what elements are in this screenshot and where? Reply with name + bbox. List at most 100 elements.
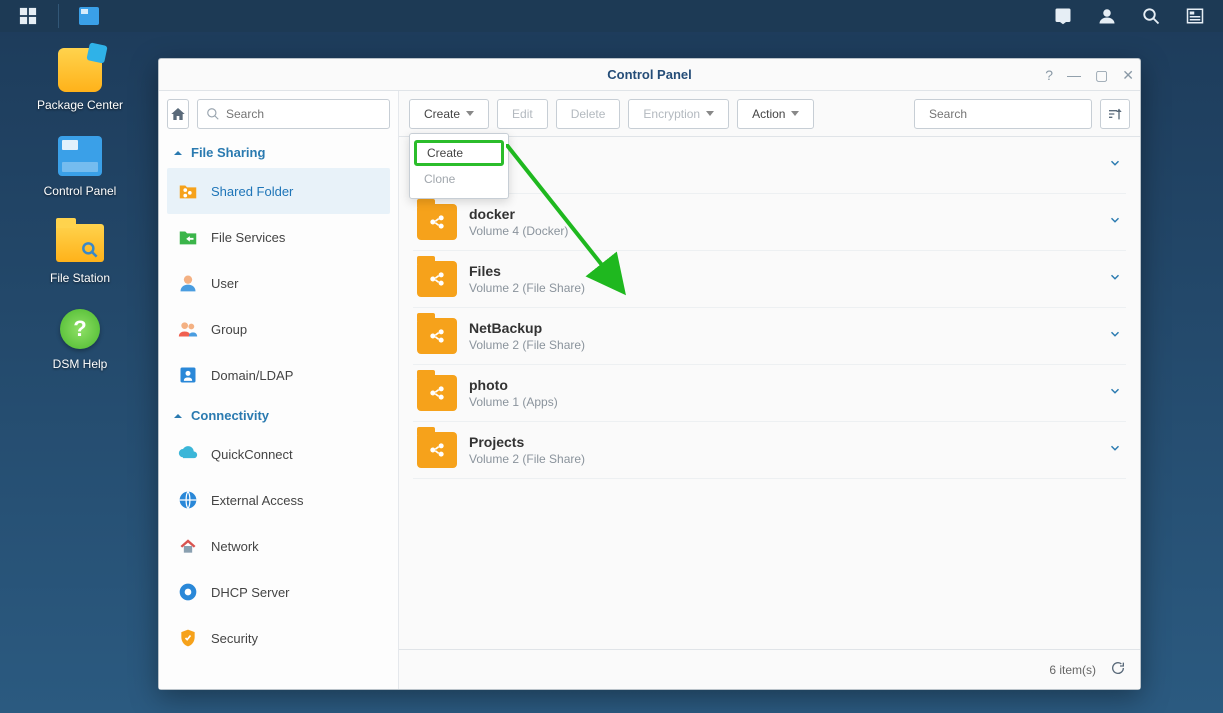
sidebar-item-file-services[interactable]: File Services bbox=[167, 214, 390, 260]
file-services-icon bbox=[177, 226, 199, 248]
sidebar-item-shared-folder[interactable]: Shared Folder bbox=[167, 168, 390, 214]
desktop-label: Package Center bbox=[37, 98, 123, 112]
toolbar: Create Edit Delete Encryption Action Cre… bbox=[399, 91, 1140, 137]
desktop-item-file-station[interactable]: File Station bbox=[20, 213, 140, 291]
encryption-button[interactable]: Encryption bbox=[628, 99, 729, 129]
sidebar-group-file-sharing[interactable]: File Sharing bbox=[167, 135, 390, 168]
toolbar-search-input[interactable] bbox=[929, 107, 1084, 121]
sidebar-item-domain-ldap[interactable]: Domain/LDAP bbox=[167, 352, 390, 398]
folder-row[interactable]: NetBackupVolume 2 (File Share) bbox=[413, 308, 1126, 365]
desktop: Package Center Control Panel File Statio… bbox=[20, 40, 140, 378]
folder-list: share docker Volume 4 (Docker) Files Volume … bbox=[399, 137, 1140, 649]
shared-folder-icon bbox=[417, 204, 457, 240]
control-panel-window: Control Panel ? — ▢ ✕ File Sharing bbox=[158, 58, 1141, 690]
group-label: Connectivity bbox=[191, 408, 269, 423]
folder-row[interactable]: Files Volume 2 (File Share) bbox=[413, 251, 1126, 308]
delete-button[interactable]: Delete bbox=[556, 99, 621, 129]
window-title: Control Panel bbox=[159, 67, 1140, 82]
folder-row[interactable]: ProjectsVolume 2 (File Share) bbox=[413, 422, 1126, 479]
chevron-down-icon[interactable] bbox=[1108, 270, 1122, 289]
network-icon bbox=[177, 535, 199, 557]
main-menu-button[interactable] bbox=[8, 0, 48, 32]
desktop-label: File Station bbox=[50, 271, 110, 285]
edit-button[interactable]: Edit bbox=[497, 99, 548, 129]
folder-name: NetBackup bbox=[469, 320, 1096, 336]
chevron-down-icon[interactable] bbox=[1108, 384, 1122, 403]
sidebar-item-user[interactable]: User bbox=[167, 260, 390, 306]
titlebar[interactable]: Control Panel ? — ▢ ✕ bbox=[159, 59, 1140, 91]
sidebar: File Sharing Shared Folder File Services… bbox=[159, 91, 399, 689]
minimize-button[interactable]: — bbox=[1067, 67, 1081, 83]
sidebar-item-label: Group bbox=[211, 322, 247, 337]
sidebar-item-security[interactable]: Security bbox=[167, 615, 390, 661]
chevron-up-icon bbox=[173, 411, 183, 421]
shared-folder-icon bbox=[177, 180, 199, 202]
caret-down-icon bbox=[706, 111, 714, 116]
desktop-item-package-center[interactable]: Package Center bbox=[20, 40, 140, 118]
sidebar-group-connectivity[interactable]: Connectivity bbox=[167, 398, 390, 431]
desktop-label: DSM Help bbox=[53, 357, 108, 371]
search-icon[interactable] bbox=[1131, 0, 1171, 32]
external-access-icon bbox=[177, 489, 199, 511]
reload-button[interactable] bbox=[1110, 660, 1126, 679]
folder-subtitle: Volume 4 (Docker) bbox=[469, 224, 1096, 238]
sidebar-item-label: Shared Folder bbox=[211, 184, 293, 199]
sidebar-search[interactable] bbox=[197, 99, 390, 129]
sidebar-item-label: User bbox=[211, 276, 238, 291]
sidebar-search-input[interactable] bbox=[226, 107, 381, 121]
folder-subtitle: Volume 2 (File Share) bbox=[469, 281, 1096, 295]
chevron-down-icon[interactable] bbox=[1108, 156, 1122, 175]
taskbar-app-control-panel[interactable] bbox=[69, 0, 109, 32]
dropdown-item-clone[interactable]: Clone bbox=[410, 166, 508, 192]
sidebar-item-label: QuickConnect bbox=[211, 447, 293, 462]
status-bar: 6 item(s) bbox=[399, 649, 1140, 689]
dropdown-item-create[interactable]: Create bbox=[414, 140, 504, 166]
shared-folder-icon bbox=[417, 375, 457, 411]
sidebar-item-group[interactable]: Group bbox=[167, 306, 390, 352]
dhcp-server-icon bbox=[177, 581, 199, 603]
window-icon bbox=[163, 67, 191, 83]
maximize-button[interactable]: ▢ bbox=[1095, 67, 1108, 84]
folder-row[interactable]: docker Volume 4 (Docker) bbox=[413, 194, 1126, 251]
folder-row[interactable]: share bbox=[413, 137, 1126, 194]
toolbar-search[interactable] bbox=[914, 99, 1092, 129]
search-icon bbox=[206, 107, 220, 121]
folder-subtitle: Volume 2 (File Share) bbox=[469, 452, 1096, 466]
group-icon bbox=[177, 318, 199, 340]
action-button[interactable]: Action bbox=[737, 99, 814, 129]
shared-folder-icon bbox=[417, 432, 457, 468]
shared-folder-icon bbox=[417, 261, 457, 297]
desktop-item-control-panel[interactable]: Control Panel bbox=[20, 126, 140, 204]
help-icon: ? bbox=[56, 305, 104, 353]
sidebar-item-label: Security bbox=[211, 631, 258, 646]
folder-name: Files bbox=[469, 263, 1096, 279]
security-icon bbox=[177, 627, 199, 649]
domain-ldap-icon bbox=[177, 364, 199, 386]
taskbar bbox=[0, 0, 1223, 32]
main-panel: Create Edit Delete Encryption Action Cre… bbox=[399, 91, 1140, 689]
chevron-down-icon[interactable] bbox=[1108, 441, 1122, 460]
create-dropdown: Create Clone bbox=[409, 133, 509, 199]
notifications-icon[interactable] bbox=[1043, 0, 1083, 32]
chevron-up-icon bbox=[173, 148, 183, 158]
group-label: File Sharing bbox=[191, 145, 265, 160]
widgets-icon[interactable] bbox=[1175, 0, 1215, 32]
folder-subtitle: Volume 1 (Apps) bbox=[469, 395, 1096, 409]
help-button[interactable]: ? bbox=[1045, 67, 1053, 83]
home-button[interactable] bbox=[167, 99, 189, 129]
sidebar-item-dhcp-server[interactable]: DHCP Server bbox=[167, 569, 390, 615]
desktop-item-dsm-help[interactable]: ? DSM Help bbox=[20, 299, 140, 377]
close-button[interactable]: ✕ bbox=[1122, 67, 1134, 84]
sort-button[interactable] bbox=[1100, 99, 1130, 129]
chevron-down-icon[interactable] bbox=[1108, 213, 1122, 232]
folder-name: docker bbox=[469, 206, 1096, 222]
user-icon bbox=[177, 272, 199, 294]
chevron-down-icon[interactable] bbox=[1108, 327, 1122, 346]
sidebar-item-quickconnect[interactable]: QuickConnect bbox=[167, 431, 390, 477]
folder-row[interactable]: photoVolume 1 (Apps) bbox=[413, 365, 1126, 422]
user-icon[interactable] bbox=[1087, 0, 1127, 32]
sidebar-item-network[interactable]: Network bbox=[167, 523, 390, 569]
sidebar-item-external-access[interactable]: External Access bbox=[167, 477, 390, 523]
control-panel-icon bbox=[56, 132, 104, 180]
create-button[interactable]: Create bbox=[409, 99, 489, 129]
